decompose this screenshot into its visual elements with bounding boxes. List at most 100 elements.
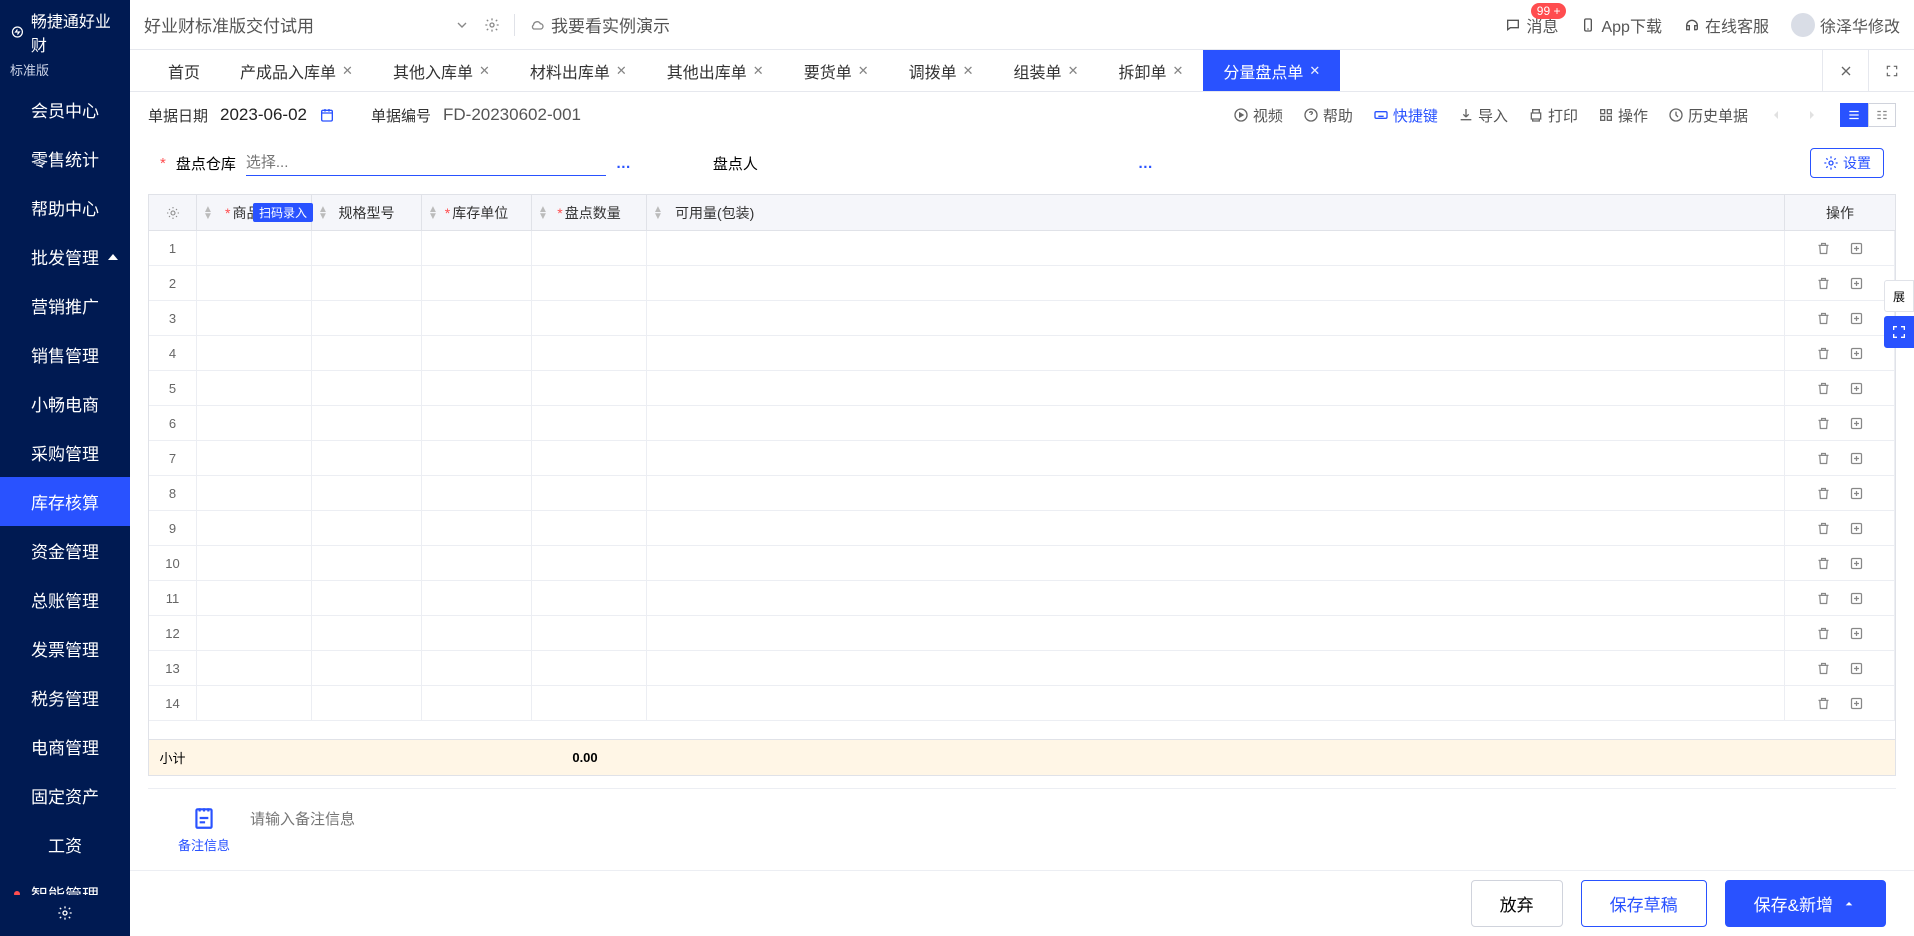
cell-product[interactable] <box>197 301 312 335</box>
cell-product[interactable] <box>197 546 312 580</box>
trash-icon[interactable] <box>1816 696 1831 711</box>
cell-spec[interactable] <box>312 511 422 545</box>
cell-spec[interactable] <box>312 476 422 510</box>
cell-unit[interactable] <box>422 336 532 370</box>
online-service-button[interactable]: 在线客服 <box>1684 13 1769 37</box>
cell-unit[interactable] <box>422 476 532 510</box>
prev-icon[interactable] <box>1768 107 1784 123</box>
cell-qty[interactable] <box>532 301 647 335</box>
cell-spec[interactable] <box>312 266 422 300</box>
add-row-icon[interactable] <box>1849 416 1864 431</box>
sidebar-item-10[interactable]: 总账管理 <box>0 575 130 624</box>
cell-product[interactable] <box>197 476 312 510</box>
table-row[interactable]: 7 <box>149 441 1895 476</box>
add-row-icon[interactable] <box>1849 486 1864 501</box>
history-button[interactable]: 历史单据 <box>1668 105 1748 126</box>
help-button[interactable]: 帮助 <box>1303 105 1353 126</box>
sidebar-item-0[interactable]: 会员中心 <box>0 85 130 134</box>
cell-unit[interactable] <box>422 546 532 580</box>
user-menu[interactable]: 徐泽华修改 <box>1791 13 1900 37</box>
tabs-fullscreen[interactable] <box>1868 50 1914 91</box>
cell-unit[interactable] <box>422 441 532 475</box>
sidebar-item-7[interactable]: 采购管理 <box>0 428 130 477</box>
trash-icon[interactable] <box>1816 241 1831 256</box>
shortcut-button[interactable]: 快捷键 <box>1373 105 1438 126</box>
close-icon[interactable]: ✕ <box>616 63 627 79</box>
cell-unit[interactable] <box>422 266 532 300</box>
close-icon[interactable]: ✕ <box>1068 63 1079 79</box>
date-value[interactable]: 2023-06-02 <box>220 105 307 125</box>
cell-product[interactable] <box>197 406 312 440</box>
cell-spec[interactable] <box>312 231 422 265</box>
view-list[interactable] <box>1840 103 1868 127</box>
cell-product[interactable] <box>197 651 312 685</box>
header-qty[interactable]: ▲▼*盘点数量 <box>532 195 647 230</box>
add-row-icon[interactable] <box>1849 451 1864 466</box>
import-button[interactable]: 导入 <box>1458 105 1508 126</box>
cell-spec[interactable] <box>312 371 422 405</box>
table-row[interactable]: 13 <box>149 651 1895 686</box>
header-avail[interactable]: ▲▼可用量(包装) <box>647 195 1785 230</box>
cell-product[interactable] <box>197 616 312 650</box>
cell-qty[interactable] <box>532 511 647 545</box>
cell-unit[interactable] <box>422 686 532 720</box>
trash-icon[interactable] <box>1816 661 1831 676</box>
sidebar-item-2[interactable]: 帮助中心 <box>0 183 130 232</box>
cell-product[interactable] <box>197 441 312 475</box>
cell-qty[interactable] <box>532 581 647 615</box>
cell-spec[interactable] <box>312 616 422 650</box>
table-row[interactable]: 5 <box>149 371 1895 406</box>
cell-qty[interactable] <box>532 441 647 475</box>
discard-button[interactable]: 放弃 <box>1471 880 1563 927</box>
table-row[interactable]: 6 <box>149 406 1895 441</box>
save-draft-button[interactable]: 保存草稿 <box>1581 880 1707 927</box>
remark-input[interactable] <box>250 805 1866 834</box>
trash-icon[interactable] <box>1816 381 1831 396</box>
add-row-icon[interactable] <box>1849 276 1864 291</box>
table-row[interactable]: 1 <box>149 231 1895 266</box>
add-row-icon[interactable] <box>1849 241 1864 256</box>
cell-product[interactable] <box>197 686 312 720</box>
tab-3[interactable]: 材料出库单✕ <box>510 50 647 91</box>
cell-spec[interactable] <box>312 546 422 580</box>
operation-button[interactable]: 操作 <box>1598 105 1648 126</box>
person-picker[interactable]: … <box>1138 155 1155 172</box>
trash-icon[interactable] <box>1816 626 1831 641</box>
trash-icon[interactable] <box>1816 521 1831 536</box>
trash-icon[interactable] <box>1816 416 1831 431</box>
add-row-icon[interactable] <box>1849 311 1864 326</box>
sidebar-item-6[interactable]: 小畅电商 <box>0 379 130 428</box>
sidebar-item-15[interactable]: 工资 <box>0 820 130 869</box>
table-row[interactable]: 2 <box>149 266 1895 301</box>
sidebar-item-3[interactable]: 批发管理 <box>0 232 130 281</box>
sidebar-item-8[interactable]: 库存核算 <box>0 477 130 526</box>
add-row-icon[interactable] <box>1849 521 1864 536</box>
cell-qty[interactable] <box>532 231 647 265</box>
cell-qty[interactable] <box>532 336 647 370</box>
close-icon[interactable]: ✕ <box>479 63 490 79</box>
cell-unit[interactable] <box>422 371 532 405</box>
cell-unit[interactable] <box>422 231 532 265</box>
trash-icon[interactable] <box>1816 346 1831 361</box>
print-button[interactable]: 打印 <box>1528 105 1578 126</box>
tab-4[interactable]: 其他出库单✕ <box>647 50 784 91</box>
video-button[interactable]: 视频 <box>1233 105 1283 126</box>
header-product[interactable]: ▲▼ *商品 扫码录入 <box>197 195 312 230</box>
cell-product[interactable] <box>197 581 312 615</box>
calendar-icon[interactable] <box>319 107 335 123</box>
trash-icon[interactable] <box>1816 486 1831 501</box>
cell-unit[interactable] <box>422 581 532 615</box>
header-spec[interactable]: ▲▼规格型号 <box>312 195 422 230</box>
table-row[interactable]: 14 <box>149 686 1895 721</box>
header-config[interactable] <box>149 195 197 230</box>
tab-7[interactable]: 组装单✕ <box>994 50 1099 91</box>
cell-unit[interactable] <box>422 301 532 335</box>
tab-2[interactable]: 其他入库单✕ <box>373 50 510 91</box>
unfold-floater[interactable]: 展 <box>1884 280 1914 312</box>
sidebar-item-12[interactable]: 税务管理 <box>0 673 130 722</box>
product-selector[interactable]: 好业财标准版交付试用 <box>144 12 470 37</box>
tab-1[interactable]: 产成品入库单✕ <box>220 50 373 91</box>
table-row[interactable]: 10 <box>149 546 1895 581</box>
demo-link[interactable]: 我要看实例演示 <box>529 12 670 37</box>
table-row[interactable]: 12 <box>149 616 1895 651</box>
